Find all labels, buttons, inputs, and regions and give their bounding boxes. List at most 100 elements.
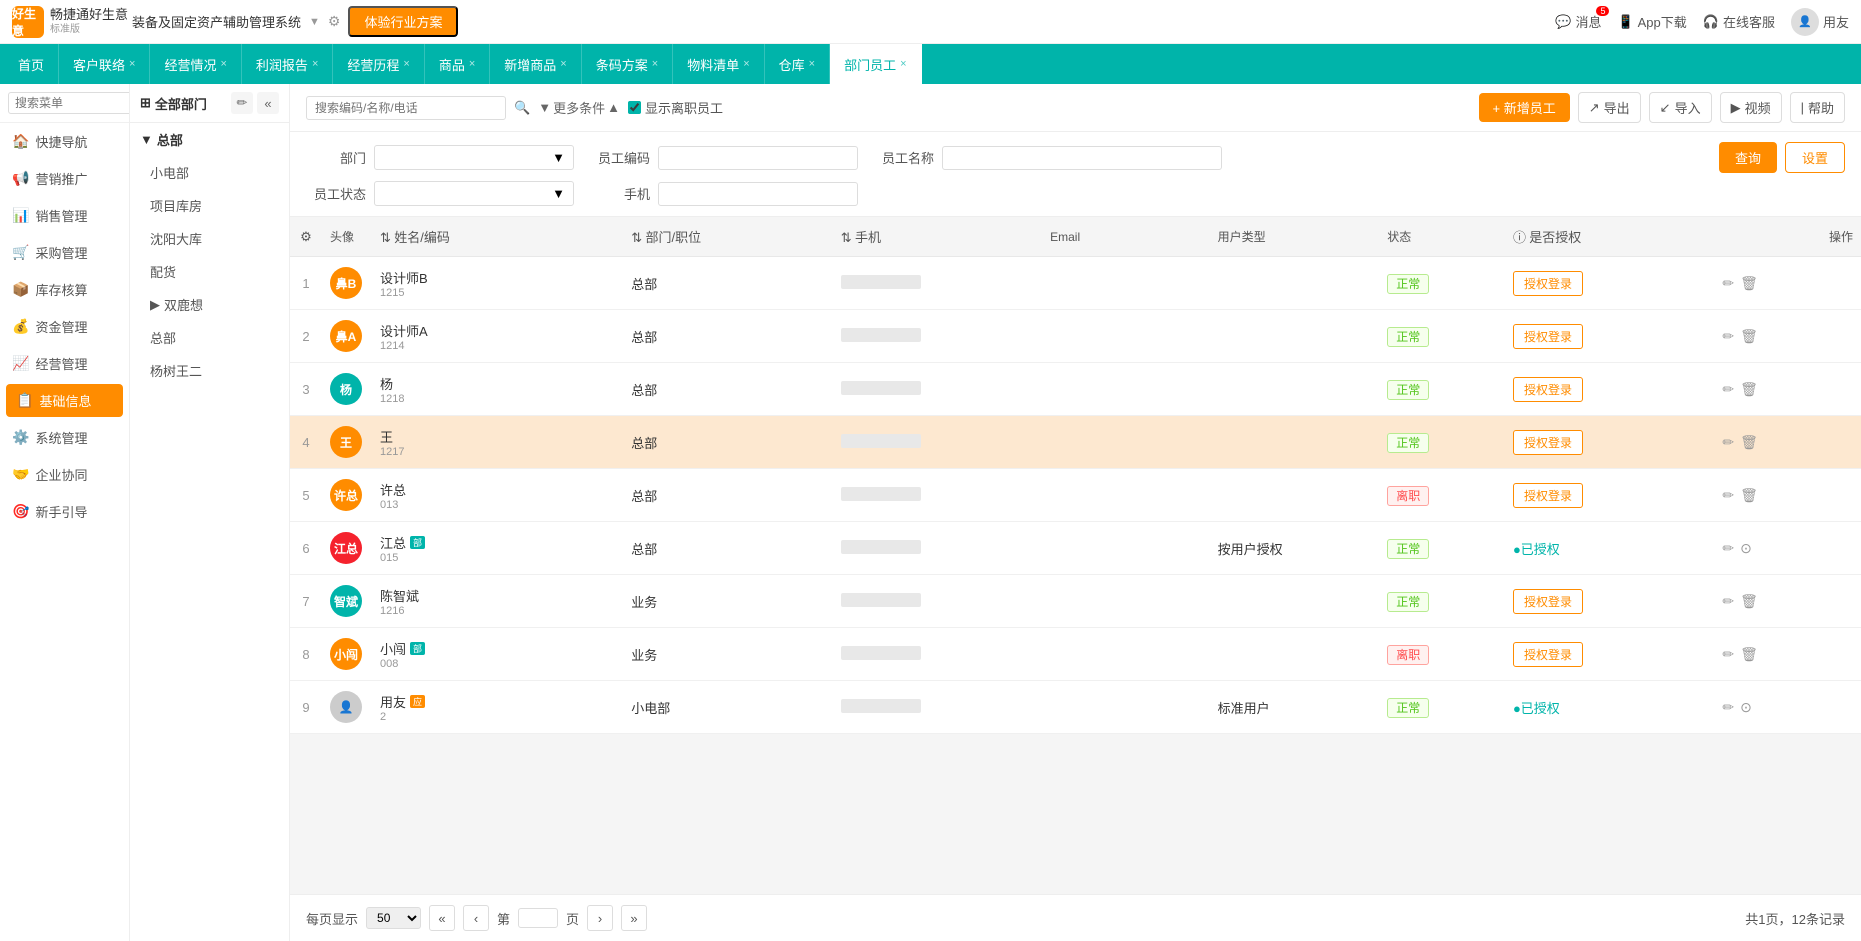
- sidebar-item-finance[interactable]: 💰 资金管理: [0, 308, 129, 345]
- query-button[interactable]: 查询: [1719, 142, 1777, 173]
- tab-barcode[interactable]: 条码方案 ×: [582, 44, 673, 84]
- delete-icon[interactable]: 🗑: [1740, 593, 1758, 610]
- sort-icon[interactable]: ⇅: [380, 230, 391, 245]
- sidebar-item-sales[interactable]: 📊 销售管理: [0, 197, 129, 234]
- close-icon[interactable]: ×: [900, 58, 906, 70]
- close-icon[interactable]: ×: [220, 58, 226, 70]
- authorize-btn[interactable]: 授权登录: [1513, 271, 1583, 296]
- edit-icon[interactable]: ✏: [1722, 699, 1734, 716]
- dept-item-yang[interactable]: 杨树王二: [130, 354, 289, 387]
- emp-status-select[interactable]: ▼: [374, 181, 574, 206]
- tab-new-goods[interactable]: 新增商品 ×: [490, 44, 581, 84]
- sidebar-item-system[interactable]: ⚙️ 系统管理: [0, 419, 129, 456]
- tab-warehouse[interactable]: 仓库 ×: [765, 44, 830, 84]
- close-icon[interactable]: ×: [129, 58, 135, 70]
- page-input[interactable]: 1: [518, 908, 558, 928]
- authorize-btn[interactable]: 授权登录: [1513, 324, 1583, 349]
- edit-icon[interactable]: ✏: [1722, 328, 1734, 345]
- dept-edit-btn[interactable]: ✏: [231, 92, 253, 114]
- app-download-button[interactable]: 📱 App下载: [1617, 12, 1686, 31]
- close-icon[interactable]: ×: [652, 58, 658, 70]
- search-input[interactable]: [8, 92, 130, 114]
- tab-goods[interactable]: 商品 ×: [425, 44, 490, 84]
- emp-code-input[interactable]: [658, 146, 858, 170]
- dept-item-peihuo[interactable]: 配货: [130, 255, 289, 288]
- edit-icon[interactable]: ✏: [1722, 540, 1734, 557]
- authorize-btn[interactable]: 授权登录: [1513, 483, 1583, 508]
- edit-icon[interactable]: ✏: [1722, 434, 1734, 451]
- close-icon[interactable]: ×: [809, 58, 815, 70]
- page-size-select[interactable]: 50 20 100: [366, 907, 421, 929]
- online-service-button[interactable]: 🎧 在线客服: [1703, 12, 1775, 31]
- employee-search-input[interactable]: [306, 96, 506, 120]
- more-conditions-btn[interactable]: ▼ 更多条件 ▲: [538, 98, 620, 117]
- dept-item-zongbu[interactable]: 总部: [130, 321, 289, 354]
- dept-item-xiaodian[interactable]: 小电部: [130, 156, 289, 189]
- delete-icon[interactable]: 🗑: [1740, 434, 1758, 451]
- next-page-btn[interactable]: ›: [587, 905, 613, 931]
- delete-icon[interactable]: 🗑: [1740, 381, 1758, 398]
- show-resigned-checkbox[interactable]: 显示离职员工: [628, 98, 723, 117]
- sidebar-item-quick[interactable]: 🏠 快捷导航: [0, 123, 129, 160]
- sort-icon[interactable]: ⇅: [631, 230, 642, 245]
- dept-item-project-store[interactable]: 项目库房: [130, 189, 289, 222]
- sidebar-item-basic-info[interactable]: 📋 基础信息: [6, 384, 123, 417]
- tab-department[interactable]: 部门员工 ×: [830, 44, 921, 84]
- close-icon[interactable]: ×: [560, 58, 566, 70]
- add-employee-button[interactable]: + 新增员工: [1479, 93, 1570, 122]
- dept-item-shenyang[interactable]: 沈阳大库: [130, 222, 289, 255]
- tab-business[interactable]: 经营情况 ×: [150, 44, 241, 84]
- close-icon[interactable]: ×: [312, 58, 318, 70]
- dept-item-shuanglu[interactable]: ▶ 双鹿想: [130, 288, 289, 321]
- sys-arrow-icon[interactable]: ▼: [309, 16, 320, 28]
- all-departments-label[interactable]: ⊞ 全部部门: [140, 94, 207, 113]
- edit-icon[interactable]: ✏: [1722, 275, 1734, 292]
- copy-icon[interactable]: ⊙: [1740, 540, 1752, 557]
- sidebar-item-inventory[interactable]: 📦 库存核算: [0, 271, 129, 308]
- edit-icon[interactable]: ✏: [1722, 593, 1734, 610]
- authorize-btn[interactable]: 授权登录: [1513, 430, 1583, 455]
- prev-page-btn[interactable]: ‹: [463, 905, 489, 931]
- close-icon[interactable]: ×: [743, 58, 749, 70]
- search-execute-icon[interactable]: 🔍: [514, 100, 530, 116]
- delete-icon[interactable]: 🗑: [1740, 328, 1758, 345]
- sidebar-item-marketing[interactable]: 📢 营销推广: [0, 160, 129, 197]
- sidebar-item-purchase[interactable]: 🛒 采购管理: [0, 234, 129, 271]
- tab-customer[interactable]: 客户联络 ×: [59, 44, 150, 84]
- copy-icon[interactable]: ⊙: [1740, 699, 1752, 716]
- authorize-btn[interactable]: 授权登录: [1513, 642, 1583, 667]
- delete-icon[interactable]: 🗑: [1740, 487, 1758, 504]
- import-button[interactable]: ↙ 导入: [1649, 92, 1712, 123]
- sidebar-item-cooperation[interactable]: 🤝 企业协同: [0, 456, 129, 493]
- authorize-btn[interactable]: 授权登录: [1513, 377, 1583, 402]
- tab-profit[interactable]: 利润报告 ×: [242, 44, 333, 84]
- user-area[interactable]: 👤 用友: [1791, 8, 1849, 36]
- video-button[interactable]: ▶ 视频: [1720, 92, 1782, 123]
- tab-history[interactable]: 经营历程 ×: [333, 44, 424, 84]
- dept-collapse-btn[interactable]: «: [257, 92, 279, 114]
- emp-name-input[interactable]: [942, 146, 1222, 170]
- sort-icon[interactable]: ⇅: [841, 230, 852, 245]
- delete-icon[interactable]: 🗑: [1740, 275, 1758, 292]
- edit-icon[interactable]: ✏: [1722, 381, 1734, 398]
- help-button[interactable]: | 帮助: [1790, 92, 1845, 123]
- sidebar-item-business[interactable]: 📈 经营管理: [0, 345, 129, 382]
- edit-icon[interactable]: ✏: [1722, 487, 1734, 504]
- sidebar-item-guide[interactable]: 🎯 新手引导: [0, 493, 129, 530]
- first-page-btn[interactable]: «: [429, 905, 455, 931]
- tab-home[interactable]: 首页: [4, 44, 59, 84]
- close-icon[interactable]: ×: [403, 58, 409, 70]
- message-button[interactable]: 💬 消息 5: [1555, 12, 1601, 31]
- resigned-checkbox-input[interactable]: [628, 101, 641, 114]
- setting-button[interactable]: 设置: [1785, 142, 1845, 173]
- edit-icon[interactable]: ✏: [1722, 646, 1734, 663]
- tab-bom[interactable]: 物料清单 ×: [673, 44, 764, 84]
- phone-input[interactable]: [658, 182, 858, 206]
- close-icon[interactable]: ×: [469, 58, 475, 70]
- settings-icon[interactable]: ⚙: [300, 229, 312, 244]
- dept-item-zongbu-group[interactable]: ▼ 总部: [130, 123, 289, 156]
- trial-button[interactable]: 体验行业方案: [348, 6, 458, 37]
- last-page-btn[interactable]: »: [621, 905, 647, 931]
- authorize-btn[interactable]: 授权登录: [1513, 589, 1583, 614]
- delete-icon[interactable]: 🗑: [1740, 646, 1758, 663]
